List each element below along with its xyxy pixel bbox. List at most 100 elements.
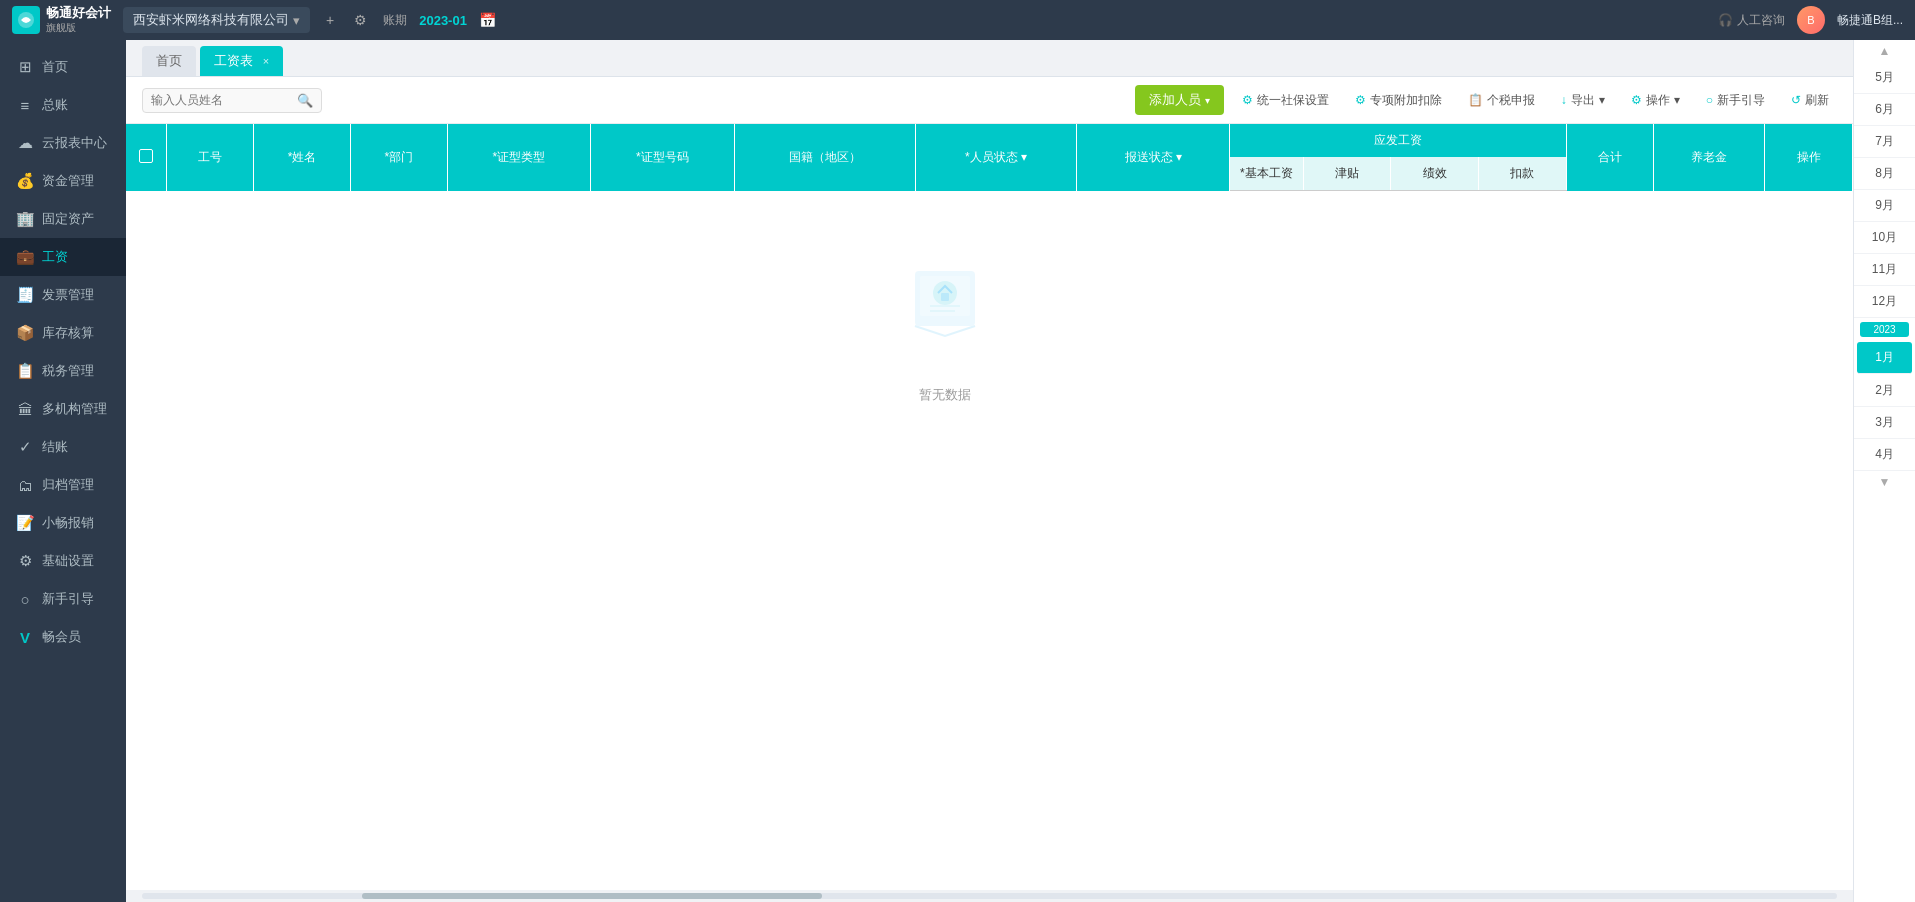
close-account-icon: ✓ — [16, 438, 34, 456]
right-panel: ▲ 5月 6月 7月 8月 9月 10月 11月 12月 2023 1月 2月 … — [1853, 40, 1915, 902]
search-input[interactable] — [151, 93, 291, 107]
month-11[interactable]: 11月 — [1854, 254, 1915, 286]
calendar-icon[interactable]: 📅 — [479, 12, 496, 28]
operation-button[interactable]: ⚙ 操作 ▾ — [1623, 88, 1688, 113]
export-chevron-icon: ▾ — [1599, 93, 1605, 107]
refresh-button[interactable]: ↺ 刷新 — [1783, 88, 1837, 113]
multi-org-icon: 🏛 — [16, 401, 34, 418]
tab-close-button[interactable]: × — [263, 55, 269, 67]
col-pension: 养老金 — [1654, 124, 1765, 191]
cloud-icon: ☁ — [16, 134, 34, 152]
sidebar-item-expense[interactable]: 📝 小畅报销 — [0, 504, 126, 542]
col-report-status: 报送状态 ▾ — [1077, 124, 1230, 191]
settings-button[interactable]: ⚙ — [350, 8, 371, 32]
member-icon: V — [16, 629, 34, 646]
col-job-id: 工号 — [166, 124, 254, 191]
month-7[interactable]: 7月 — [1854, 126, 1915, 158]
export-label: 导出 — [1571, 92, 1595, 109]
search-box: 🔍 — [142, 88, 322, 113]
special-deduction-label: 专项附加扣除 — [1370, 92, 1442, 109]
guide-toolbar-label: 新手引导 — [1717, 92, 1765, 109]
guide-toolbar-icon: ○ — [1706, 93, 1713, 107]
month-1[interactable]: 1月 — [1857, 342, 1912, 374]
sidebar-item-inventory[interactable]: 📦 库存核算 — [0, 314, 126, 352]
inventory-icon: 📦 — [16, 324, 34, 342]
month-9[interactable]: 9月 — [1854, 190, 1915, 222]
tax-declare-button[interactable]: 📋 个税申报 — [1460, 88, 1543, 113]
human-service-button[interactable]: 🎧 人工咨询 — [1718, 12, 1785, 29]
panel-up-arrow[interactable]: ▲ — [1854, 40, 1915, 62]
operation-icon: ⚙ — [1631, 93, 1642, 107]
add-company-button[interactable]: + — [322, 8, 338, 32]
archive-icon: 🗂 — [16, 477, 34, 494]
social-security-button[interactable]: ⚙ 统一社保设置 — [1234, 88, 1337, 113]
main-layout: ⊞ 首页 ≡ 总账 ☁ 云报表中心 💰 资金管理 🏢 固定资产 💼 工资 🧾 发… — [0, 40, 1915, 902]
assets-icon: 🏢 — [16, 210, 34, 228]
toolbar: 🔍 添加人员 ▾ ⚙ 统一社保设置 ⚙ 专项附加扣除 📋 个税申报 ↓ 导出 — [126, 77, 1853, 124]
sidebar-item-multi-org[interactable]: 🏛 多机构管理 — [0, 390, 126, 428]
app-sub: 旗舰版 — [46, 21, 111, 35]
sidebar-item-close-account[interactable]: ✓ 结账 — [0, 428, 126, 466]
tab-salary[interactable]: 工资表 × — [200, 46, 283, 76]
col-dept: *部门 — [350, 124, 447, 191]
export-button[interactable]: ↓ 导出 ▾ — [1553, 88, 1613, 113]
refresh-label: 刷新 — [1805, 92, 1829, 109]
sidebar-item-ledger[interactable]: ≡ 总账 — [0, 86, 126, 124]
month-4[interactable]: 4月 — [1854, 439, 1915, 471]
sidebar-label-archive: 归档管理 — [42, 476, 94, 494]
add-person-dropdown-icon: ▾ — [1205, 95, 1210, 106]
col-id-number: *证型号码 — [591, 124, 734, 191]
service-label: 人工咨询 — [1737, 12, 1785, 29]
month-12[interactable]: 12月 — [1854, 286, 1915, 318]
sidebar-label-settings: 基础设置 — [42, 552, 94, 570]
guide-icon: ○ — [16, 591, 34, 608]
sidebar-item-funds[interactable]: 💰 资金管理 — [0, 162, 126, 200]
sidebar-label-expense: 小畅报销 — [42, 514, 94, 532]
company-selector[interactable]: 西安虾米网络科技有限公司 ▾ — [123, 7, 310, 33]
sidebar-label-invoice: 发票管理 — [42, 286, 94, 304]
top-right-area: 🎧 人工咨询 B 畅捷通B组... — [1718, 6, 1903, 34]
col-checkbox[interactable] — [126, 124, 166, 191]
svg-rect-4 — [941, 293, 949, 301]
scrollbar-thumb[interactable] — [362, 893, 822, 899]
sidebar: ⊞ 首页 ≡ 总账 ☁ 云报表中心 💰 资金管理 🏢 固定资产 💼 工资 🧾 发… — [0, 40, 126, 902]
select-all-checkbox[interactable] — [139, 149, 153, 163]
sidebar-item-archive[interactable]: 🗂 归档管理 — [0, 466, 126, 504]
tab-home[interactable]: 首页 — [142, 46, 196, 76]
month-10[interactable]: 10月 — [1854, 222, 1915, 254]
col-total: 合计 — [1566, 124, 1654, 191]
sidebar-item-tax[interactable]: 📋 税务管理 — [0, 352, 126, 390]
add-person-button[interactable]: 添加人员 ▾ — [1135, 85, 1224, 115]
period-value[interactable]: 2023-01 — [419, 13, 467, 28]
month-8[interactable]: 8月 — [1854, 158, 1915, 190]
export-icon: ↓ — [1561, 93, 1567, 107]
sidebar-item-invoice[interactable]: 🧾 发票管理 — [0, 276, 126, 314]
sidebar-item-member[interactable]: V 畅会员 — [0, 618, 126, 656]
month-6[interactable]: 6月 — [1854, 94, 1915, 126]
sidebar-item-cloud-report[interactable]: ☁ 云报表中心 — [0, 124, 126, 162]
sidebar-label-tax: 税务管理 — [42, 362, 94, 380]
empty-state: 暂无数据 — [126, 191, 1765, 464]
month-3[interactable]: 3月 — [1854, 407, 1915, 439]
sidebar-label-guide: 新手引导 — [42, 590, 94, 608]
month-2[interactable]: 2月 — [1854, 375, 1915, 407]
col-base-salary: *基本工资 — [1230, 157, 1304, 191]
company-chevron-icon: ▾ — [293, 13, 300, 28]
panel-down-arrow[interactable]: ▼ — [1854, 471, 1915, 493]
year-badge: 2023 — [1860, 322, 1909, 337]
col-status: *人员状态 ▾ — [915, 124, 1077, 191]
tab-salary-label: 工资表 — [214, 53, 253, 68]
sidebar-item-guide[interactable]: ○ 新手引导 — [0, 580, 126, 618]
refresh-icon: ↺ — [1791, 93, 1801, 107]
salary-table: 工号 *姓名 *部门 *证型类型 *证型号码 国籍（地区） *人员状态 ▾ 报送… — [126, 124, 1853, 464]
user-avatar[interactable]: B — [1797, 6, 1825, 34]
guide-toolbar-button[interactable]: ○ 新手引导 — [1698, 88, 1773, 113]
sidebar-item-salary[interactable]: 💼 工资 — [0, 238, 126, 276]
tax-declare-icon: 📋 — [1468, 93, 1483, 107]
sidebar-item-home[interactable]: ⊞ 首页 — [0, 48, 126, 86]
special-deduction-button[interactable]: ⚙ 专项附加扣除 — [1347, 88, 1450, 113]
sidebar-item-assets[interactable]: 🏢 固定资产 — [0, 200, 126, 238]
sidebar-item-basic-settings[interactable]: ⚙ 基础设置 — [0, 542, 126, 580]
month-5[interactable]: 5月 — [1854, 62, 1915, 94]
horizontal-scrollbar[interactable] — [142, 893, 1837, 899]
